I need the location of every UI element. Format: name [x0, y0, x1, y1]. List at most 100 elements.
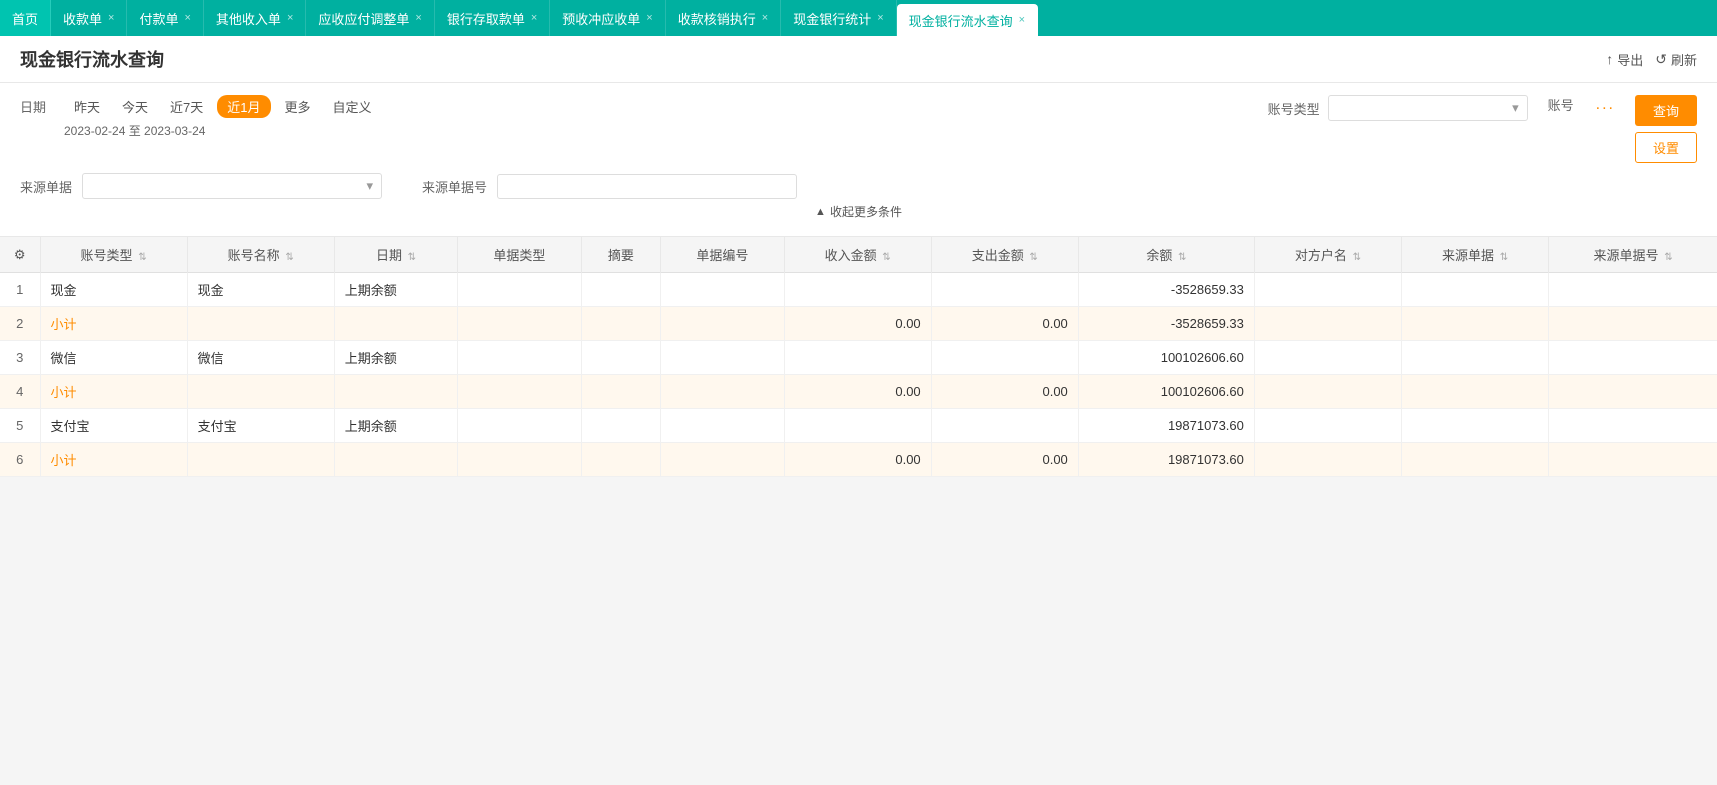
- col-date[interactable]: 日期 ⇅: [334, 237, 457, 273]
- cell-income: [784, 341, 931, 375]
- table-container: ⚙ 账号类型 ⇅ 账号名称 ⇅ 日期 ⇅ 单据类型 摘要: [0, 237, 1717, 477]
- cell-summary: [581, 307, 660, 341]
- nav-item-liushui[interactable]: 现金银行流水查询 ×: [897, 4, 1038, 36]
- nav-close-shoufu[interactable]: ×: [108, 12, 114, 24]
- export-icon: ↑: [1606, 51, 1613, 67]
- nav-close-fukuan[interactable]: ×: [184, 12, 190, 24]
- col-account-type[interactable]: 账号类型 ⇅: [40, 237, 187, 273]
- col-source-doc-label: 来源单据: [1442, 248, 1494, 263]
- date-range: 2023-02-24 至 2023-03-24: [64, 122, 380, 139]
- nav-close-tongji[interactable]: ×: [877, 12, 883, 24]
- export-button[interactable]: ↑ 导出: [1606, 50, 1643, 69]
- cell-source-doc: [1402, 375, 1549, 409]
- settings-button[interactable]: 设置: [1635, 132, 1697, 163]
- table-row: 2小计0.000.00-3528659.33: [0, 307, 1717, 341]
- col-doc-type[interactable]: 单据类型: [458, 237, 581, 273]
- nav-close-qita[interactable]: ×: [287, 12, 293, 24]
- cell-income: [784, 273, 931, 307]
- nav-label-yingshou: 应收应付调整单: [318, 9, 409, 28]
- col-income[interactable]: 收入金额 ⇅: [784, 237, 931, 273]
- sort-icon-income: ⇅: [882, 252, 890, 263]
- nav-item-yinhang[interactable]: 银行存取款单 ×: [435, 0, 550, 36]
- source-doc-arrow-icon: ▾: [366, 178, 373, 194]
- cell-doc-type: [458, 375, 581, 409]
- col-expense[interactable]: 支出金额 ⇅: [931, 237, 1078, 273]
- cell-expense: 0.00: [931, 307, 1078, 341]
- nav-item-yingshou[interactable]: 应收应付调整单 ×: [306, 0, 434, 36]
- nav-item-qitashouru[interactable]: 其他收入单 ×: [204, 0, 306, 36]
- date-yesterday[interactable]: 昨天: [66, 95, 108, 118]
- source-doc-no-input[interactable]: [497, 174, 797, 199]
- cell-date: 上期余额: [334, 273, 457, 307]
- cell-balance: 100102606.60: [1078, 341, 1254, 375]
- table-row: 6小计0.000.0019871073.60: [0, 443, 1717, 477]
- source-doc-no-label: 来源单据号: [422, 177, 487, 196]
- cell-source-doc-no: [1549, 273, 1717, 307]
- sort-icon-account-type: ⇅: [138, 252, 146, 263]
- sort-icon-expense: ⇅: [1029, 252, 1037, 263]
- col-doc-type-label: 单据类型: [493, 248, 545, 263]
- col-source-doc[interactable]: 来源单据 ⇅: [1402, 237, 1549, 273]
- sort-icon-source-doc-no: ⇅: [1664, 252, 1672, 263]
- cell-date: [334, 375, 457, 409]
- date-custom[interactable]: 自定义: [325, 95, 380, 118]
- date-more[interactable]: 更多: [277, 95, 319, 118]
- query-button[interactable]: 查询: [1635, 95, 1697, 126]
- cell-date: 上期余额: [334, 409, 457, 443]
- col-counterpart[interactable]: 对方户名 ⇅: [1254, 237, 1401, 273]
- nav-close-yushou[interactable]: ×: [646, 12, 652, 24]
- cell-source-doc: [1402, 273, 1549, 307]
- cell-num: 3: [0, 341, 40, 375]
- account-type-arrow-icon: ▾: [1512, 100, 1519, 116]
- cell-income: [784, 409, 931, 443]
- nav-label-fukuan: 付款单: [139, 9, 178, 28]
- col-account-name[interactable]: 账号名称 ⇅: [187, 237, 334, 273]
- nav-item-fukuan[interactable]: 付款单 ×: [127, 0, 203, 36]
- source-doc-select[interactable]: ▾: [82, 173, 382, 199]
- nav-label-liushui: 现金银行流水查询: [909, 11, 1013, 30]
- col-summary-label: 摘要: [608, 248, 634, 263]
- cell-doc-no: [661, 375, 784, 409]
- collapse-row[interactable]: ▲ 收起更多条件: [20, 199, 1697, 224]
- cell-account-name: 支付宝: [187, 409, 334, 443]
- sort-icon-source-doc: ⇅: [1500, 252, 1508, 263]
- col-balance[interactable]: 余额 ⇅: [1078, 237, 1254, 273]
- col-doc-no[interactable]: 单据编号: [661, 237, 784, 273]
- nav-item-shoufu[interactable]: 收款单 ×: [51, 0, 127, 36]
- cell-balance: -3528659.33: [1078, 307, 1254, 341]
- nav-item-yushou[interactable]: 预收冲应收单 ×: [550, 0, 665, 36]
- cell-income: 0.00: [784, 307, 931, 341]
- table-row: 4小计0.000.00100102606.60: [0, 375, 1717, 409]
- source-doc-label: 来源单据: [20, 177, 72, 196]
- col-source-doc-no[interactable]: 来源单据号 ⇅: [1549, 237, 1717, 273]
- nav-home[interactable]: 首页: [0, 0, 51, 36]
- nav-item-hexiao[interactable]: 收款核销执行 ×: [666, 0, 781, 36]
- date-1month[interactable]: 近1月: [217, 95, 270, 118]
- refresh-button[interactable]: ↺ 刷新: [1655, 50, 1697, 69]
- nav-close-liushui[interactable]: ×: [1019, 14, 1025, 26]
- cell-num: 6: [0, 443, 40, 477]
- cell-summary: [581, 443, 660, 477]
- cell-source-doc: [1402, 307, 1549, 341]
- cell-source-doc-no: [1549, 409, 1717, 443]
- cell-counterpart: [1254, 341, 1401, 375]
- cell-account-type: 支付宝: [40, 409, 187, 443]
- cell-source-doc-no: [1549, 341, 1717, 375]
- cell-income: 0.00: [784, 375, 931, 409]
- nav-close-hexiao[interactable]: ×: [762, 12, 768, 24]
- account-type-select[interactable]: ▾: [1328, 95, 1528, 121]
- account-no-dots[interactable]: ...: [1596, 96, 1615, 114]
- nav-item-tongji[interactable]: 现金银行统计 ×: [781, 0, 896, 36]
- col-settings[interactable]: ⚙: [0, 237, 40, 273]
- nav-label-tongji: 现金银行统计: [793, 9, 871, 28]
- date-today[interactable]: 今天: [114, 95, 156, 118]
- date-label: 日期: [20, 97, 60, 116]
- date-7days[interactable]: 近7天: [162, 95, 211, 118]
- cell-source-doc-no: [1549, 307, 1717, 341]
- col-balance-label: 余额: [1146, 248, 1172, 263]
- cell-doc-no: [661, 307, 784, 341]
- nav-close-yingshou[interactable]: ×: [415, 12, 421, 24]
- cell-source-doc-no: [1549, 375, 1717, 409]
- nav-close-yinhang[interactable]: ×: [531, 12, 537, 24]
- col-summary[interactable]: 摘要: [581, 237, 660, 273]
